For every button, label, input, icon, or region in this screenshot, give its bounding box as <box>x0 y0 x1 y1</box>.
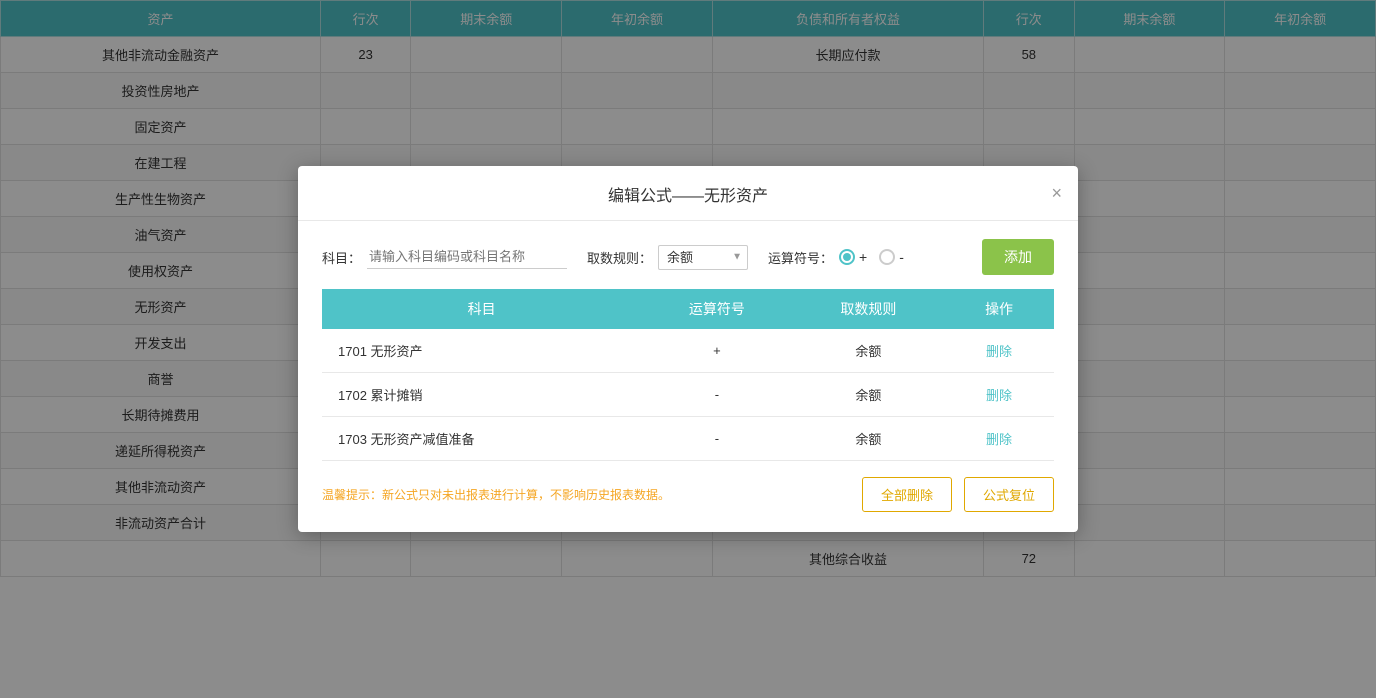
formula-row: 1701 无形资产 + 余额 删除 <box>322 329 1054 373</box>
delete-link-1[interactable]: 删除 <box>986 388 1012 403</box>
formula-operator-2: - <box>641 417 792 461</box>
subject-input[interactable] <box>367 245 567 269</box>
formula-table: 科目 运算符号 取数规则 操作 1701 无形资产 + 余额 删除 1702 累… <box>322 289 1054 461</box>
formula-row: 1702 累计摊销 - 余额 删除 <box>322 373 1054 417</box>
rule-select-wrapper: 余额 借方 贷方 ▼ <box>658 245 748 270</box>
subject-group: 科目： <box>322 245 567 269</box>
formula-action-1: 删除 <box>944 373 1054 417</box>
formula-subject-1: 1702 累计摊销 <box>322 373 641 417</box>
th-action: 操作 <box>944 289 1054 329</box>
radio-minus[interactable]: - <box>879 249 904 265</box>
rule-group: 取数规则： 余额 借方 贷方 ▼ <box>587 245 748 270</box>
radio-minus-label: - <box>899 249 904 265</box>
modal-dialog: 编辑公式——无形资产 × 科目： 取数规则： 余额 借方 贷方 ▼ <box>298 166 1078 532</box>
formula-row: 1703 无形资产减值准备 - 余额 删除 <box>322 417 1054 461</box>
footer-buttons: 全部删除 公式复位 <box>862 477 1054 512</box>
rule-select[interactable]: 余额 借方 贷方 <box>658 245 748 270</box>
radio-group: + - <box>839 249 904 265</box>
modal-title: 编辑公式——无形资产 <box>608 188 768 205</box>
modal-table-wrapper: 科目 运算符号 取数规则 操作 1701 无形资产 + 余额 删除 1702 累… <box>298 289 1078 461</box>
formula-subject-2: 1703 无形资产减值准备 <box>322 417 641 461</box>
add-button[interactable]: 添加 <box>982 239 1054 275</box>
delete-all-button[interactable]: 全部删除 <box>862 477 952 512</box>
th-operator: 运算符号 <box>641 289 792 329</box>
operator-label: 运算符号： <box>768 248 833 267</box>
delete-link-0[interactable]: 删除 <box>986 344 1012 359</box>
close-button[interactable]: × <box>1051 184 1062 202</box>
rule-label: 取数规则： <box>587 248 652 267</box>
hint-text: 温馨提示：新公式只对未出报表进行计算，不影响历史报表数据。 <box>322 486 670 503</box>
modal-header: 编辑公式——无形资产 × <box>298 166 1078 221</box>
radio-plus-label: + <box>859 249 867 265</box>
formula-subject-0: 1701 无形资产 <box>322 329 641 373</box>
formula-rule-0: 余额 <box>793 329 944 373</box>
formula-rule-2: 余额 <box>793 417 944 461</box>
formula-operator-1: - <box>641 373 792 417</box>
th-rule: 取数规则 <box>793 289 944 329</box>
formula-rule-1: 余额 <box>793 373 944 417</box>
formula-operator-0: + <box>641 329 792 373</box>
form-row: 科目： 取数规则： 余额 借方 贷方 ▼ 运算符号： <box>298 221 1078 289</box>
modal-overlay: 编辑公式——无形资产 × 科目： 取数规则： 余额 借方 贷方 ▼ <box>0 0 1376 698</box>
delete-link-2[interactable]: 删除 <box>986 432 1012 447</box>
radio-minus-circle <box>879 249 895 265</box>
th-subject: 科目 <box>322 289 641 329</box>
subject-label: 科目： <box>322 248 361 267</box>
reset-formula-button[interactable]: 公式复位 <box>964 477 1054 512</box>
formula-action-0: 删除 <box>944 329 1054 373</box>
radio-plus[interactable]: + <box>839 249 867 265</box>
modal-footer: 温馨提示：新公式只对未出报表进行计算，不影响历史报表数据。 全部删除 公式复位 <box>298 461 1078 512</box>
operator-group: 运算符号： + - <box>768 248 904 267</box>
radio-plus-circle <box>839 249 855 265</box>
formula-action-2: 删除 <box>944 417 1054 461</box>
